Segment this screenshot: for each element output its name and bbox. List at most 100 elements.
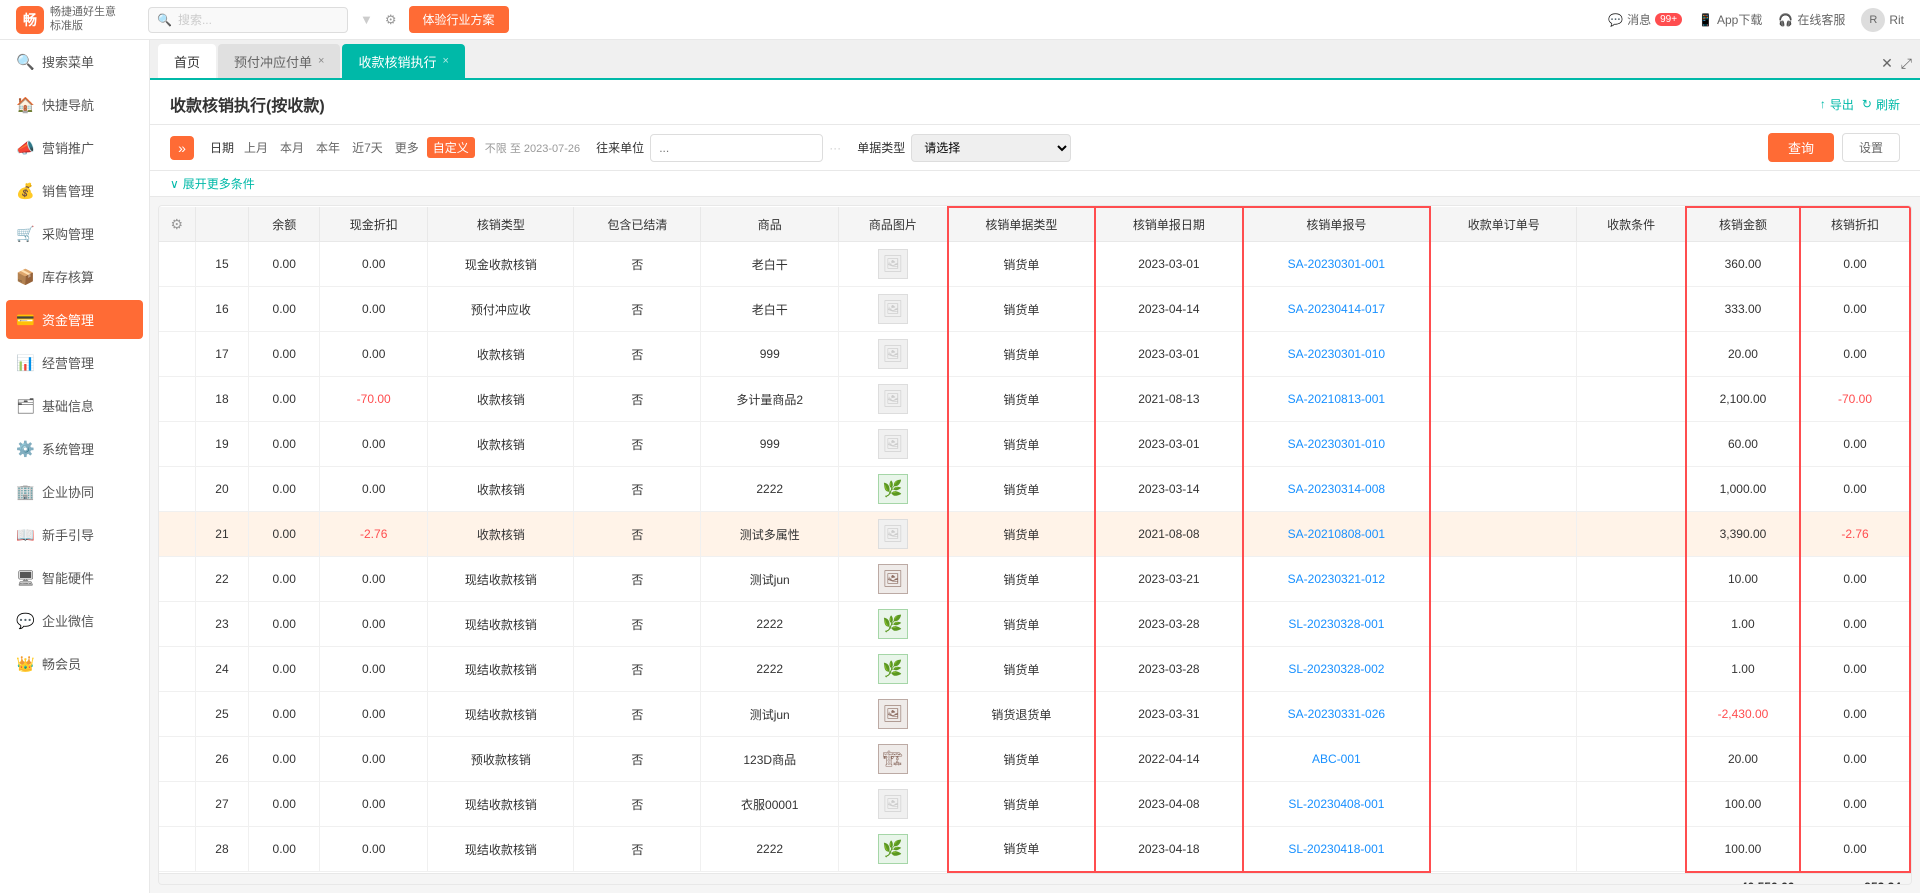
sidebar-item-wechat[interactable]: 💬企业微信 [0,599,149,642]
export-button[interactable]: ↑ 导出 [1820,96,1854,113]
td-goods-img: 🏗 [839,737,948,782]
td-writeoff-doc-no[interactable]: SL-20230328-002 [1243,647,1430,692]
query-button[interactable]: 查询 [1768,133,1834,162]
settings-icon[interactable]: ⚙ [385,12,397,28]
td-cash-discount: 0.00 [320,602,428,647]
sidebar-icon-search: 🔍 [16,53,34,71]
td-writeoff-doc-no[interactable]: SA-20210813-001 [1243,377,1430,422]
tab-collection[interactable]: 收款核销执行 × [342,44,464,78]
td-writeoff-discount: 0.00 [1800,737,1910,782]
doctype-select[interactable]: 请选择 [911,134,1071,162]
table-row: 15 0.00 0.00 现金收款核销 否 老白干 🖼 销货单 2023-03-… [159,242,1910,287]
td-writeoff-type: 现结收款核销 [428,647,574,692]
td-goods-img: 🖼 [839,692,948,737]
filter-expand-button[interactable]: » [170,136,194,160]
doctype-filter-group: 单据类型 请选择 [857,134,1071,162]
sidebar-item-guide[interactable]: 📖新手引导 [0,513,149,556]
sidebar-item-system[interactable]: ⚙️系统管理 [0,427,149,470]
td-gear [159,647,195,692]
partner-input[interactable] [650,134,823,162]
sidebar-item-operation[interactable]: 📊经营管理 [0,341,149,384]
td-writeoff-doc-no[interactable]: SA-20210808-001 [1243,512,1430,557]
sidebar-item-finance[interactable]: 💳资金管理 [6,300,143,339]
maximize-icon[interactable]: ⤢ [1901,55,1912,72]
expand-more-bar[interactable]: ∨ 展开更多条件 [150,171,1920,197]
td-writeoff-doc-no[interactable]: SL-20230328-001 [1243,602,1430,647]
sidebar-item-hardware[interactable]: 🖥智能硬件 [0,556,149,599]
th-receipt-condition: 收款条件 [1577,207,1686,242]
td-seq: 16 [195,287,249,332]
app-download-action[interactable]: 📱 App下载 [1698,11,1762,28]
td-gear [159,332,195,377]
td-writeoff-doc-no[interactable]: SL-20230408-001 [1243,782,1430,827]
sidebar-item-enterprise[interactable]: 🏢企业协同 [0,470,149,513]
td-writeoff-doc-no[interactable]: SL-20230418-001 [1243,827,1430,872]
td-writeoff-doc-no[interactable]: SA-20230301-010 [1243,332,1430,377]
sidebar-icon-operation: 📊 [16,354,34,372]
sidebar-label-quick: 快捷导航 [42,95,94,114]
sidebar-label-enterprise: 企业协同 [42,482,94,501]
dropdown-icon[interactable]: ▼ [360,12,373,27]
date-option-this-month[interactable]: 本月 [276,137,308,158]
goods-image: 🖼 [878,249,908,279]
td-goods-img: 🌿 [839,602,948,647]
td-writeoff-doc-no[interactable]: SA-20230301-010 [1243,422,1430,467]
sidebar-icon-hardware: 🖥 [16,569,34,587]
brand-logo: 畅 畅捷通好生意 标准版 [16,6,136,34]
sidebar-item-quick[interactable]: 🏠快捷导航 [0,83,149,126]
close-window-icon[interactable]: ✕ [1881,55,1893,72]
date-option-last-month[interactable]: 上月 [240,137,272,158]
date-option-more[interactable]: 更多 [391,137,423,158]
column-settings-icon[interactable]: ⚙ [170,216,183,232]
goods-image: 🌿 [878,474,908,504]
service-action[interactable]: 🎧 在线客服 [1778,11,1845,28]
date-option-7days[interactable]: 近7天 [348,137,387,158]
sidebar-item-member[interactable]: 👑畅会员 [0,642,149,685]
filter-bar: » 日期 上月 本月 本年 近7天 更多 自定义 不限 至 2023-07-26… [150,125,1920,171]
search-box[interactable]: 🔍 搜索... [148,7,348,33]
sidebar-item-sales[interactable]: 💰销售管理 [0,169,149,212]
sidebar-item-inventory[interactable]: 📦库存核算 [0,255,149,298]
td-writeoff-doc-no[interactable]: SA-20230331-026 [1243,692,1430,737]
td-writeoff-doc-no[interactable]: SA-20230321-012 [1243,557,1430,602]
td-writeoff-doc-no[interactable]: SA-20230314-008 [1243,467,1430,512]
td-writeoff-doc-no[interactable]: SA-20230301-001 [1243,242,1430,287]
td-goods: 多计量商品2 [701,377,839,422]
td-writeoff-amount: 333.00 [1686,287,1800,332]
td-goods: 999 [701,422,839,467]
tab-home[interactable]: 首页 [158,44,216,78]
refresh-button[interactable]: ↻ 刷新 [1862,96,1900,113]
industry-btn[interactable]: 体验行业方案 [409,6,509,33]
sidebar-item-basic[interactable]: 🗂基础信息 [0,384,149,427]
tab-prepay[interactable]: 预付冲应付单× [218,44,340,78]
doctype-label: 单据类型 [857,139,905,156]
tab-label-collection: 收款核销执行 [358,52,436,71]
td-gear [159,692,195,737]
td-writeoff-type: 现金收款核销 [428,242,574,287]
td-gear [159,287,195,332]
setting-button[interactable]: 设置 [1842,133,1900,162]
sidebar-item-search[interactable]: 🔍搜索菜单 [0,40,149,83]
partner-more-icon[interactable]: ··· [829,141,841,155]
td-cash-discount: 0.00 [320,737,428,782]
td-balance: 0.00 [249,422,320,467]
td-writeoff-doc-no[interactable]: ABC-001 [1243,737,1430,782]
goods-image: 🖼 [878,519,908,549]
sidebar-item-purchase[interactable]: 🛒采购管理 [0,212,149,255]
td-receipt-condition [1577,377,1686,422]
messages-action[interactable]: 💬 消息 99+ [1608,11,1682,28]
td-receipt-condition [1577,512,1686,557]
td-goods: 测试多属性 [701,512,839,557]
sidebar-item-marketing[interactable]: 📣营销推广 [0,126,149,169]
date-option-custom[interactable]: 自定义 [427,137,475,158]
user-action[interactable]: R Rit [1861,8,1904,32]
tab-close-prepay[interactable]: × [318,55,324,67]
td-writeoff-doc-no[interactable]: SA-20230414-017 [1243,287,1430,332]
td-seq: 19 [195,422,249,467]
data-table: ⚙ 余额 现金折扣 核销类型 包含已结清 商品 商品图片 核销单据类型 核销单报… [159,206,1911,873]
td-gear [159,467,195,512]
date-option-this-year[interactable]: 本年 [312,137,344,158]
tab-close-collection[interactable]: × [442,55,448,67]
th-goods-img: 商品图片 [839,207,948,242]
td-writeoff-doc-type: 销货单 [948,467,1096,512]
